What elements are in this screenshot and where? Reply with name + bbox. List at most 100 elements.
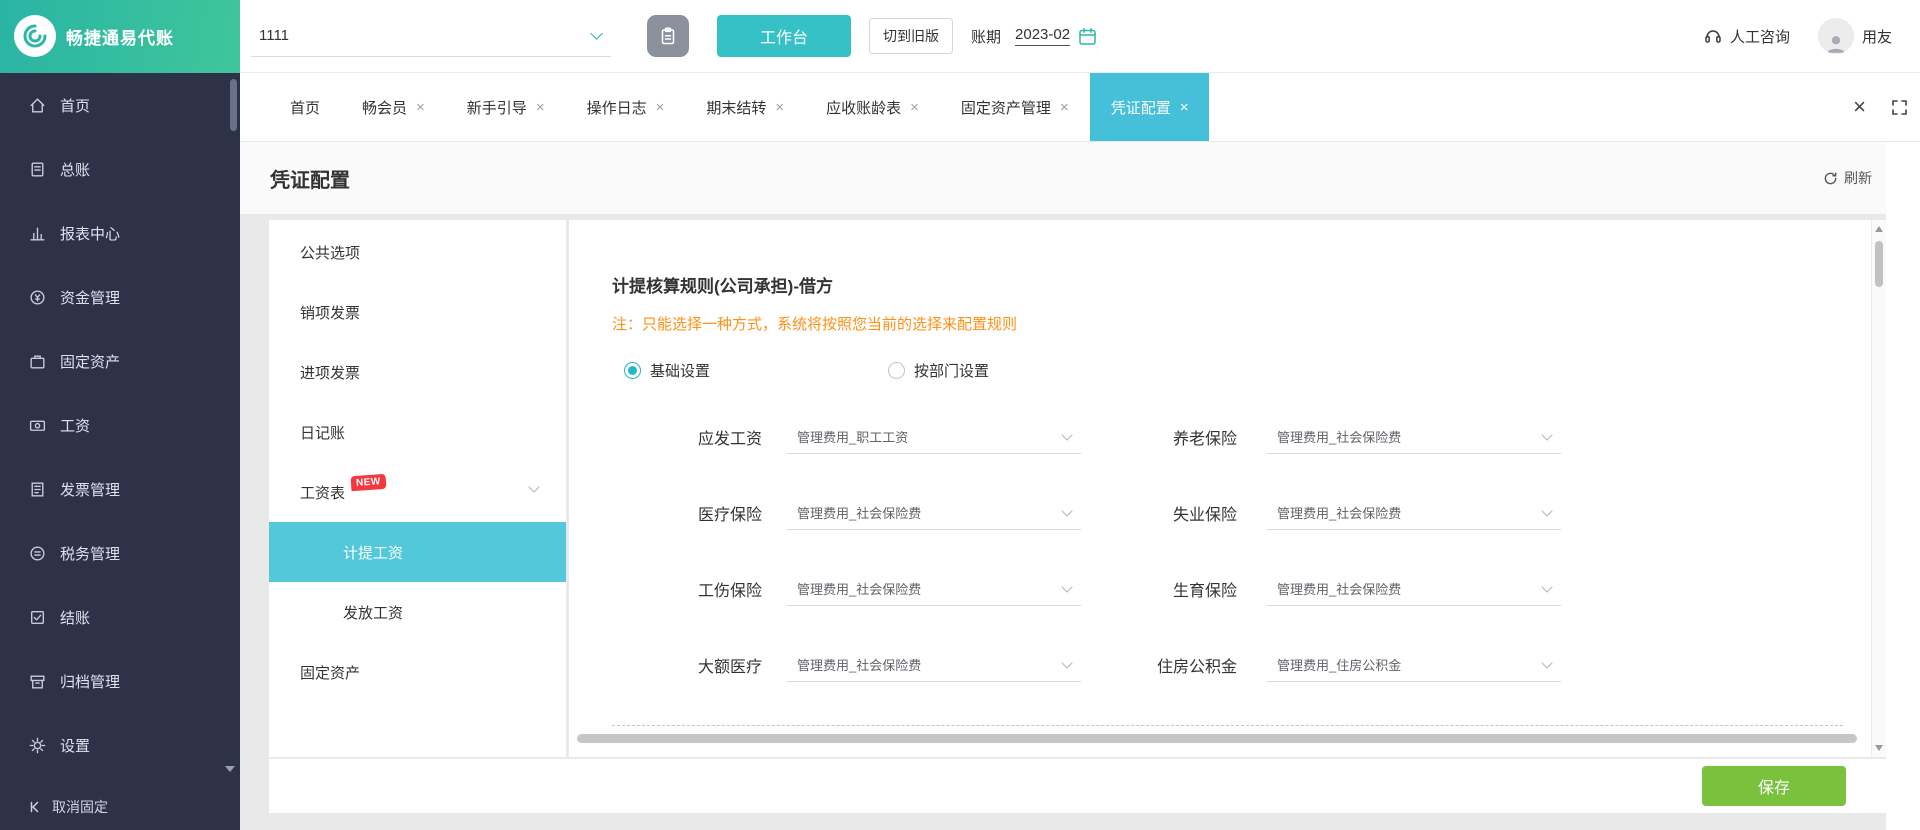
config-nav-label: 计提工资 (343, 544, 404, 562)
sidebar-item-tax[interactable]: 税务管理 (0, 521, 240, 585)
work-injury-insurance-subject-select[interactable]: 管理费用_社会保险费 (787, 572, 1081, 606)
config-nav-item-journal[interactable]: 日记账 (269, 402, 566, 462)
horizontal-scrollbar-thumb[interactable] (577, 734, 1857, 743)
tab-close-icon[interactable]: × (536, 100, 545, 115)
scroll-down-icon[interactable] (1875, 745, 1883, 751)
chevron-down-icon (1541, 656, 1553, 669)
sidebar-scroll-down-icon[interactable] (225, 766, 235, 772)
select-value: 管理费用_社会保险费 (797, 658, 922, 673)
tab-close-icon[interactable]: × (1180, 100, 1189, 115)
select-value: 管理费用_社会保险费 (797, 506, 922, 521)
radio-unselected-icon (888, 362, 906, 379)
account-select[interactable]: 1111 (251, 15, 611, 57)
invoice-icon (31, 481, 44, 497)
sidebar-item-invoice[interactable]: 发票管理 (0, 457, 240, 521)
form-row: 大额医疗 管理费用_社会保险费 住房公积金 管理费用_住房公积金 (612, 627, 1871, 703)
sidebar-item-funds[interactable]: 资金管理 (0, 265, 240, 329)
switch-old-version-button[interactable]: 切到旧版 (869, 18, 953, 54)
config-nav-item-fixed-assets[interactable]: 固定资产 (269, 642, 566, 702)
sidebar-scrollbar-thumb[interactable] (230, 79, 237, 131)
sidebar-item-archive[interactable]: 归档管理 (0, 649, 240, 713)
tab-receivable-aging[interactable]: 应收账龄表 × (805, 73, 940, 141)
scroll-up-icon[interactable] (1875, 226, 1883, 232)
sidebar-item-label: 报表中心 (60, 225, 121, 243)
config-nav-item-accrued-salary[interactable]: 计提工资 (269, 522, 566, 582)
vertical-scrollbar[interactable] (1871, 220, 1886, 757)
medical-insurance-subject-select[interactable]: 管理费用_社会保险费 (787, 496, 1081, 530)
ledger-icon (31, 161, 44, 177)
subject-field-rows: 应发工资 管理费用_职工工资 养老保险 管理费用_社会保险费 医疗保险 管理费用… (612, 399, 1871, 703)
tab-close-icon[interactable]: × (656, 100, 665, 115)
refresh-button[interactable]: 刷新 (1823, 168, 1872, 188)
radio-by-department-settings[interactable]: 按部门设置 (888, 360, 989, 381)
config-nav-label: 销项发票 (300, 304, 361, 322)
maternity-insurance-subject-select[interactable]: 管理费用_社会保险费 (1267, 572, 1561, 606)
tab-home[interactable]: 首页 (269, 73, 341, 141)
vertical-scrollbar-thumb[interactable] (1875, 241, 1883, 287)
content-area: 公共选项 销项发票 进项发票 日记账 工资表 NEW 计提工资 发放工资 固定资… (240, 214, 1886, 830)
tab-label: 应收账龄表 (826, 99, 902, 117)
select-value: 管理费用_职工工资 (797, 430, 909, 445)
sidebar-nav: 首页 总账 报表中心 资金管理 固定资产 工资 发票管理 税务管理 结账 归档管… (0, 73, 240, 777)
tab-close-icon[interactable]: × (416, 100, 425, 115)
save-button[interactable]: 保存 (1702, 766, 1846, 806)
period-value[interactable]: 2023-02 (1015, 26, 1071, 46)
user-name[interactable]: 用友 (1862, 26, 1892, 47)
housing-fund-subject-select[interactable]: 管理费用_住房公积金 (1267, 648, 1561, 682)
fullscreen-icon[interactable] (1891, 73, 1908, 141)
sidebar-item-home[interactable]: 首页 (0, 73, 240, 137)
salary-icon (29, 420, 46, 431)
tab-close-icon[interactable]: × (910, 100, 919, 115)
funds-icon (30, 289, 45, 305)
field-label: 失业保险 (1172, 507, 1237, 524)
large-medical-subject-select[interactable]: 管理费用_社会保险费 (787, 648, 1081, 682)
new-badge: NEW (350, 473, 387, 491)
sidebar-item-report-center[interactable]: 报表中心 (0, 201, 240, 265)
unemployment-insurance-subject-select[interactable]: 管理费用_社会保险费 (1267, 496, 1561, 530)
chevron-down-icon (1541, 428, 1553, 441)
config-nav-item-common-options[interactable]: 公共选项 (269, 222, 566, 282)
sidebar-unpin-toggle[interactable]: 取消固定 (0, 784, 240, 830)
sidebar-item-label: 总账 (60, 161, 91, 179)
sidebar-item-fixed-assets[interactable]: 固定资产 (0, 329, 240, 393)
tab-chang-member[interactable]: 畅会员 × (341, 73, 446, 141)
tab-period-end-carryover[interactable]: 期末结转 × (685, 73, 805, 141)
sidebar-item-closing[interactable]: 结账 (0, 585, 240, 649)
config-nav-item-purchase-invoice[interactable]: 进项发票 (269, 342, 566, 402)
tab-voucher-config[interactable]: 凭证配置 × (1089, 73, 1210, 141)
tab-operation-log[interactable]: 操作日志 × (566, 73, 686, 141)
sidebar-item-label: 设置 (60, 737, 91, 755)
config-nav-item-salary-sheet[interactable]: 工资表 NEW (269, 462, 566, 522)
select-value: 管理费用_住房公积金 (1277, 658, 1402, 673)
support-label: 人工咨询 (1729, 28, 1790, 46)
tab-label: 期末结转 (706, 99, 767, 117)
page-title: 凭证配置 (270, 169, 350, 192)
sidebar-item-general-ledger[interactable]: 总账 (0, 137, 240, 201)
salary-payable-subject-select[interactable]: 管理费用_职工工资 (787, 420, 1081, 454)
tab-close-icon[interactable]: × (1060, 100, 1069, 115)
pension-insurance-subject-select[interactable]: 管理费用_社会保险费 (1267, 420, 1561, 454)
avatar[interactable] (1817, 18, 1854, 54)
close-icon[interactable]: × (1853, 73, 1866, 141)
radio-basic-settings[interactable]: 基础设置 (624, 360, 710, 381)
tab-newbie-guide[interactable]: 新手引导 × (446, 73, 566, 141)
report-icon (30, 227, 45, 241)
tab-close-icon[interactable]: × (775, 100, 784, 115)
sidebar-item-salary[interactable]: 工资 (0, 393, 240, 457)
sidebar-item-settings[interactable]: 设置 (0, 713, 240, 777)
calendar-icon[interactable] (1077, 26, 1098, 47)
closing-check-icon (31, 610, 44, 624)
tab-bar: 首页 畅会员 × 新手引导 × 操作日志 × 期末结转 × 应收账龄表 × 固定… (240, 73, 1920, 142)
sidebar-item-label: 资金管理 (60, 289, 121, 307)
config-nav-item-sales-invoice[interactable]: 销项发票 (269, 282, 566, 342)
tax-icon (30, 545, 45, 561)
config-nav-item-paid-salary[interactable]: 发放工资 (269, 582, 566, 642)
config-nav-label: 发放工资 (343, 604, 404, 622)
tab-fixed-asset-management[interactable]: 固定资产管理 × (940, 73, 1090, 141)
tab-label: 新手引导 (466, 99, 527, 117)
support-link[interactable]: 人工咨询 (1703, 26, 1790, 47)
workbench-button[interactable]: 工作台 (717, 15, 851, 57)
collapse-left-icon (30, 801, 39, 813)
top-header: 畅捷通易代账 1111 工作台 切到旧版 账期 2023-02 人工咨询 用友 (0, 0, 1920, 73)
clipboard-button[interactable] (647, 15, 689, 57)
